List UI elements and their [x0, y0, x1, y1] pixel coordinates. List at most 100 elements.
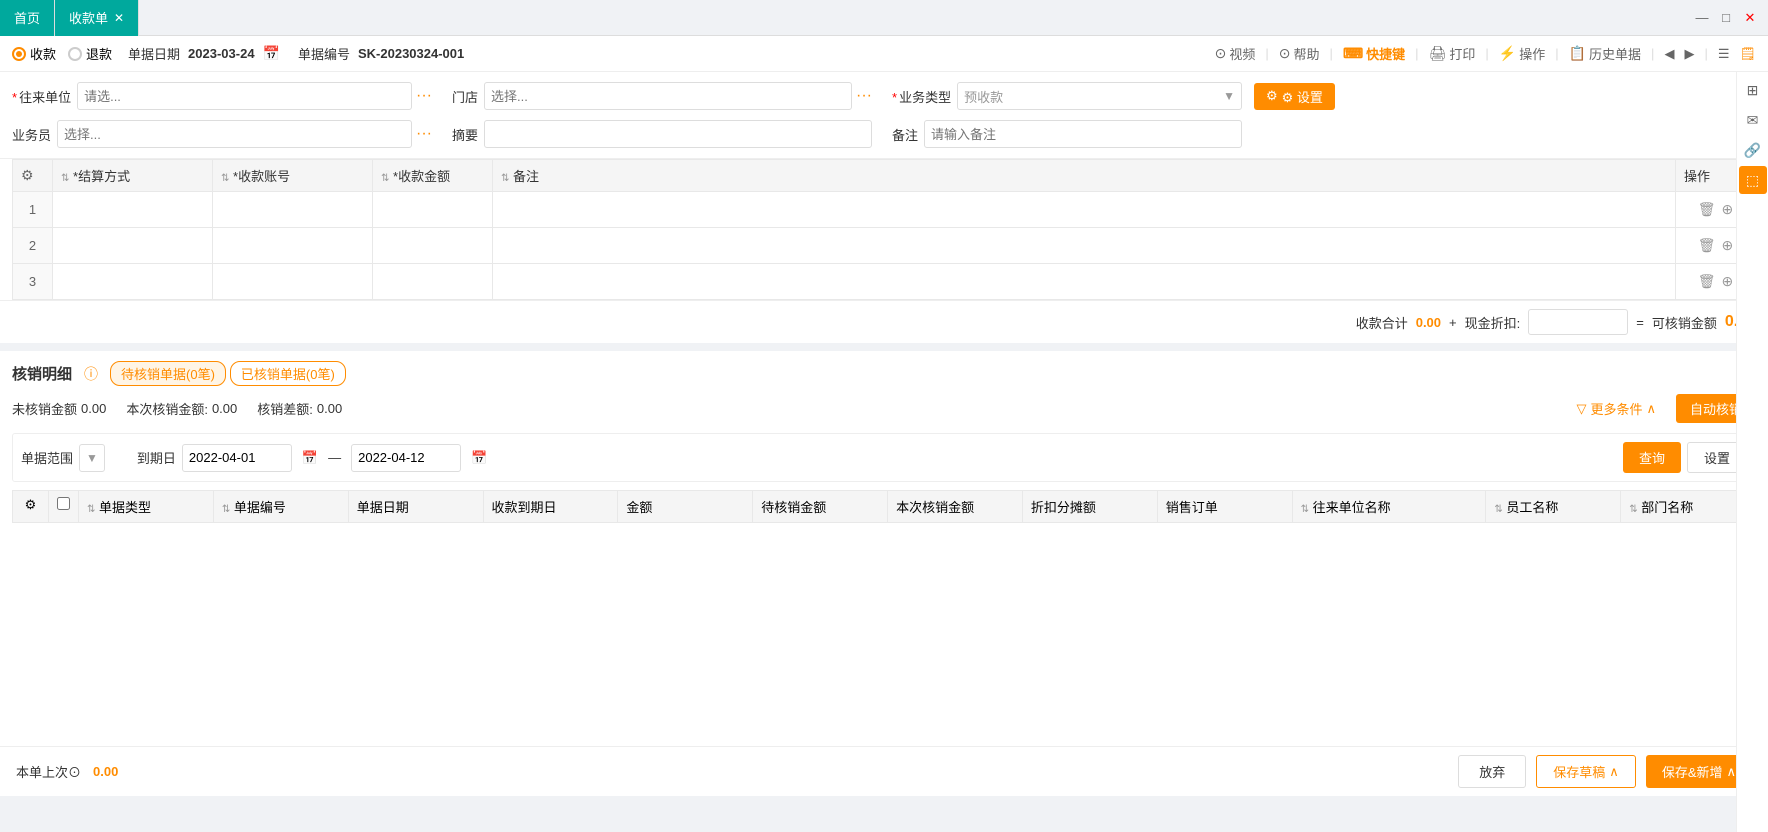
col-header-settings[interactable]: ⚙	[13, 160, 53, 192]
col-header-account-no: ⇅ *收款账号	[213, 160, 373, 192]
range-select[interactable]: ▼	[79, 444, 105, 472]
verify-stats: 未核销金额 0.00 本次核销金额: 0.00 核销差额: 0.00 ▽ 更多条…	[12, 394, 1756, 423]
copy-row-3-icon[interactable]: ⊕	[1722, 273, 1734, 290]
date-from-calendar-icon[interactable]: 📅	[302, 450, 318, 466]
history-icon: 📋	[1569, 45, 1586, 62]
vcol-dept-name: ⇅ 部门名称	[1621, 491, 1755, 522]
gear-icon: ⚙	[1266, 88, 1278, 104]
radio-refund-circle	[68, 47, 82, 61]
cell-remark-2[interactable]	[493, 228, 1676, 264]
date-calendar-icon[interactable]: 📅	[263, 45, 280, 62]
verify-table-settings-icon[interactable]: ⚙	[25, 497, 37, 512]
operate-btn[interactable]: ⚡ 操作	[1499, 44, 1545, 63]
partner-input[interactable]	[77, 82, 412, 110]
help-btn[interactable]: ⊙ 帮助	[1279, 44, 1320, 63]
nav-prev-btn[interactable]: ◀	[1664, 46, 1674, 62]
tab-bar: 首页 收款单 ✕ — □ ✕	[0, 0, 1768, 36]
nav-next-btn[interactable]: ▶	[1684, 46, 1694, 62]
cell-settle-3[interactable]	[53, 264, 213, 300]
settings-button[interactable]: ⚙ ⚙ 设置	[1254, 83, 1335, 110]
shop-field: 门店 ···	[452, 82, 872, 110]
due-date-from-input[interactable]	[182, 444, 292, 472]
chevron-up-icon: ∧	[1646, 401, 1656, 417]
partner-more-btn[interactable]: ···	[416, 87, 432, 105]
cell-amount-3[interactable]	[373, 264, 493, 300]
copy-row-1-icon[interactable]: ⊕	[1722, 201, 1734, 218]
tab-done[interactable]: 已核销单据(0笔)	[230, 361, 346, 386]
salesperson-input[interactable]	[57, 120, 412, 148]
vcol-doc-no: ⇅ 单据编号	[214, 491, 349, 522]
cell-remark-3[interactable]	[493, 264, 1676, 300]
abandon-button[interactable]: 放弃	[1458, 755, 1526, 788]
bottom-bar: 本单上次⊙ 0.00 放弃 保存草稿 ∧ 保存&新增 ∧	[0, 746, 1768, 796]
print-btn[interactable]: 🖨 打印	[1429, 44, 1476, 63]
sidebar-link-icon[interactable]: 🔗	[1739, 136, 1767, 164]
tab-home[interactable]: 首页	[0, 0, 55, 36]
sidebar-table-icon[interactable]: ⊞	[1739, 76, 1767, 104]
cell-amount-1[interactable]	[373, 192, 493, 228]
radio-refund[interactable]: 退款	[68, 44, 112, 63]
date-to-calendar-icon[interactable]: 📅	[471, 450, 487, 466]
delete-row-1-icon[interactable]: 🗑	[1698, 201, 1716, 218]
receipt-table: ⚙ ⇅ *结算方式 ⇅ *收款账号 ⇅ *收款金额 ⇅	[12, 159, 1756, 300]
shortcut-btn[interactable]: ⌨ 快捷键	[1343, 44, 1405, 63]
vcol-pending-amount: 待核销金额	[753, 491, 888, 522]
table-settings-icon[interactable]: ⚙	[21, 167, 34, 183]
shop-more-btn[interactable]: ···	[856, 87, 872, 105]
more-conditions-btn[interactable]: ▽ 更多条件 ∧	[1576, 399, 1656, 418]
range-field: 单据范围 ▼	[21, 444, 105, 472]
biz-type-field: 业务类型 预收款 ▼	[892, 82, 1242, 110]
verify-table-select-all[interactable]	[57, 497, 70, 510]
vcol-amount: 金额	[618, 491, 753, 522]
shop-input[interactable]	[484, 82, 852, 110]
tab-close-receipt[interactable]: ✕	[114, 11, 124, 25]
maximize-button[interactable]: □	[1718, 10, 1734, 26]
summary-input[interactable]	[484, 120, 872, 148]
list-view-btn[interactable]: ☰	[1718, 46, 1730, 62]
due-date-field: 到期日 📅 — 📅	[137, 444, 487, 472]
section-divider	[0, 343, 1768, 351]
cell-settle-1[interactable]	[53, 192, 213, 228]
range-label: 单据范围	[21, 448, 73, 467]
radio-collect-circle	[12, 47, 26, 61]
cash-discount-input[interactable]	[1528, 309, 1628, 335]
cell-account-3[interactable]	[213, 264, 373, 300]
cell-amount-2[interactable]	[373, 228, 493, 264]
tab-receipt[interactable]: 收款单 ✕	[55, 0, 139, 36]
sidebar-mail-icon[interactable]: ✉	[1739, 106, 1767, 134]
print-icon: 🖨	[1429, 45, 1447, 62]
tab-pending[interactable]: 待核销单据(0笔)	[110, 361, 226, 386]
history-btn[interactable]: 📋 历史单据	[1569, 44, 1641, 63]
radio-collect[interactable]: 收款	[12, 44, 56, 63]
sidebar-expand-icon[interactable]: ⬚	[1739, 166, 1767, 194]
vcol-this-amount: 本次核销金额	[888, 491, 1023, 522]
vcol-doc-date: 单据日期	[349, 491, 484, 522]
vcol-due-date: 收款到期日	[484, 491, 619, 522]
copy-row-2-icon[interactable]: ⊕	[1722, 237, 1734, 254]
vcol-discount: 折扣分摊额	[1023, 491, 1158, 522]
cell-account-1[interactable]	[213, 192, 373, 228]
verify-info-icon[interactable]: ⓘ	[84, 364, 98, 384]
minimize-button[interactable]: —	[1694, 10, 1710, 26]
this-time-value: 0.00	[212, 401, 237, 416]
query-button[interactable]: 查询	[1623, 442, 1681, 473]
main-content: 收款 退款 单据日期 2023-03-24 📅 单据编号 SK-20230324…	[0, 36, 1768, 796]
cell-settle-2[interactable]	[53, 228, 213, 264]
remark-input[interactable]	[924, 120, 1242, 148]
due-date-to-input[interactable]	[351, 444, 461, 472]
biz-type-select[interactable]: 预收款 ▼	[957, 82, 1242, 110]
save-draft-button[interactable]: 保存草稿 ∧	[1536, 755, 1636, 788]
save-chevron-icon: ∧	[1726, 764, 1736, 780]
cell-remark-1[interactable]	[493, 192, 1676, 228]
vcol-settings[interactable]: ⚙	[13, 491, 49, 522]
close-button[interactable]: ✕	[1742, 10, 1758, 26]
delete-row-3-icon[interactable]: 🗑	[1698, 273, 1716, 290]
uncancelled-stat: 未核销金额 0.00	[12, 399, 106, 418]
salesperson-more-btn[interactable]: ···	[416, 125, 432, 143]
video-btn[interactable]: ⊙ 视频	[1215, 44, 1256, 63]
delete-row-2-icon[interactable]: 🗑	[1698, 237, 1716, 254]
cell-account-2[interactable]	[213, 228, 373, 264]
vcol-doc-type: ⇅ 单据类型	[79, 491, 214, 522]
biz-type-label: 业务类型	[892, 87, 951, 106]
edit-view-btn[interactable]: 🗒	[1739, 46, 1756, 62]
